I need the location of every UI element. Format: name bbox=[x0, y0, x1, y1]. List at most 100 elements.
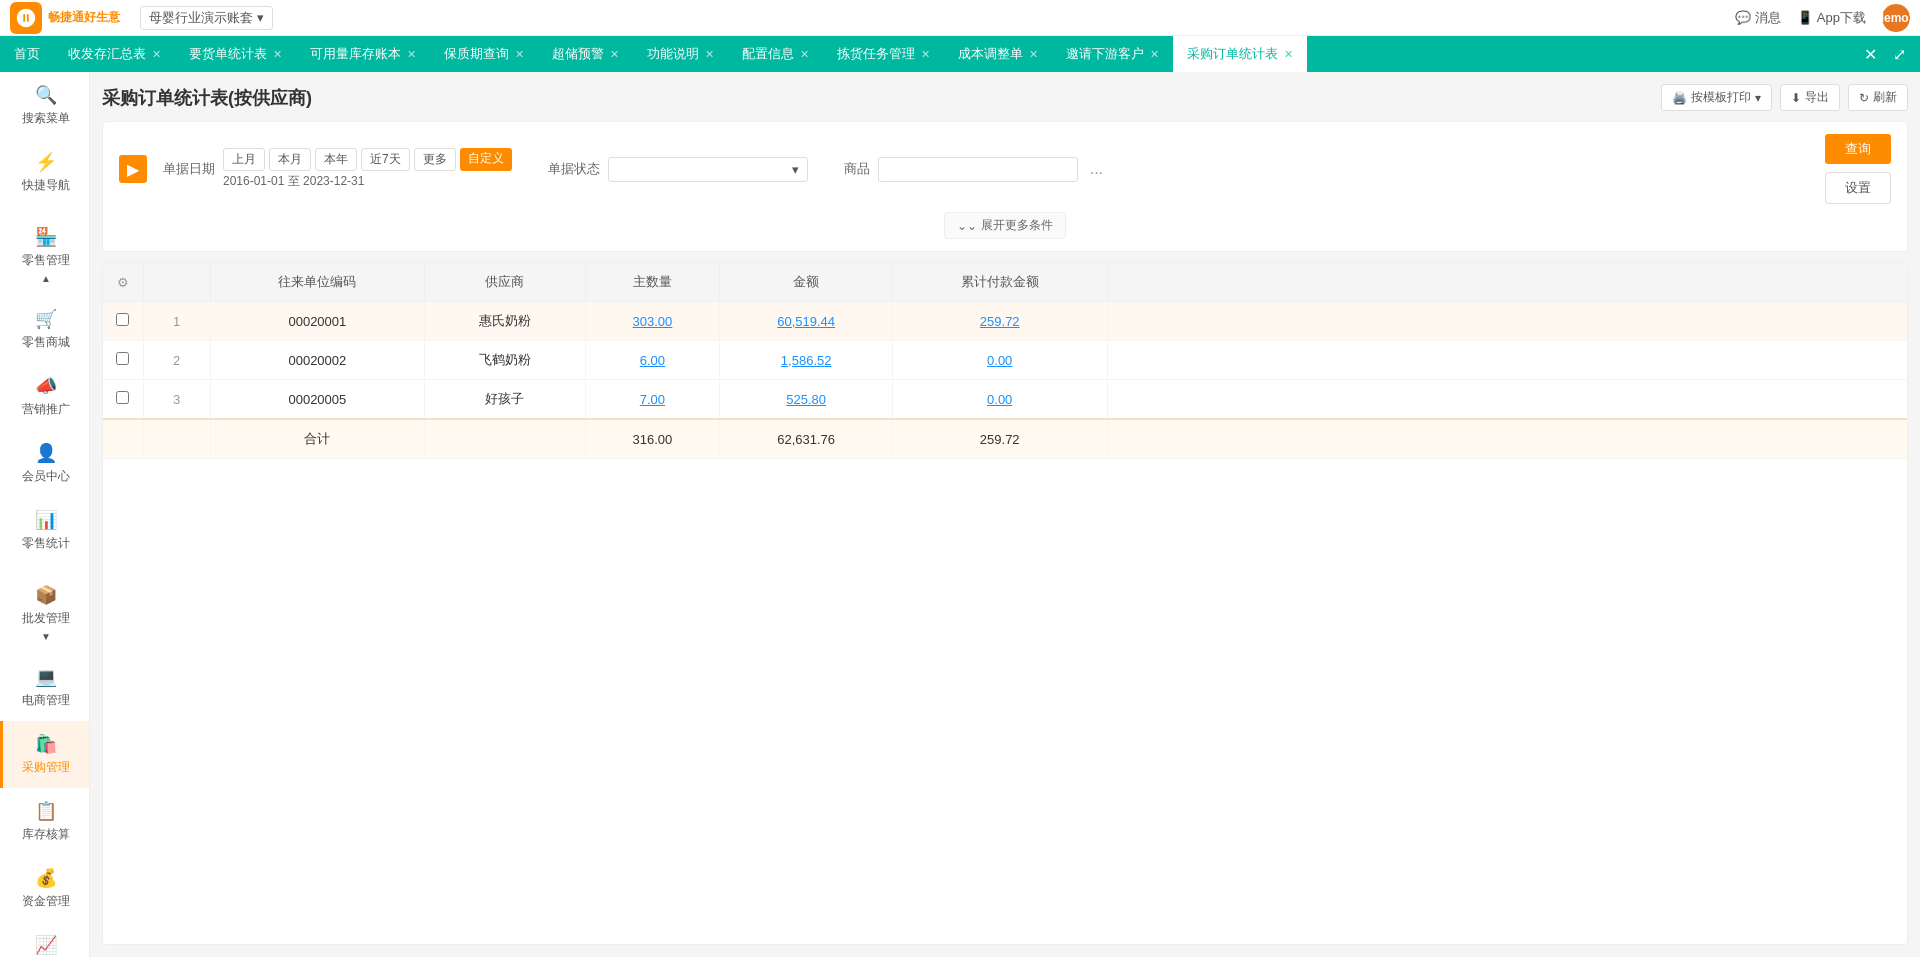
workspace-name: 母婴行业演示账套 bbox=[149, 9, 253, 27]
chevron-down-icon: ▾ bbox=[1755, 91, 1761, 105]
sidebar-item-retail-mgmt[interactable]: 🏪 零售管理 ▲ bbox=[0, 214, 89, 296]
operations-icon: 📈 bbox=[35, 934, 57, 956]
gear-icon[interactable]: ⚙ bbox=[117, 275, 129, 290]
nav-tab-3[interactable]: 保质期查询 ✕ bbox=[430, 36, 538, 72]
nav-tab-5[interactable]: 功能说明 ✕ bbox=[633, 36, 728, 72]
row-checkbox[interactable] bbox=[103, 380, 143, 420]
footer-label: 合计 bbox=[210, 419, 425, 459]
sidebar-item-finance[interactable]: 💰 资金管理 bbox=[0, 855, 89, 922]
row-amount[interactable]: 525.80 bbox=[720, 380, 893, 420]
row-code: 00020001 bbox=[210, 302, 425, 341]
nav-tab-7[interactable]: 拣货任务管理 ✕ bbox=[823, 36, 944, 72]
row-code: 00020002 bbox=[210, 341, 425, 380]
nav-tab-10[interactable]: 采购订单统计表 ✕ bbox=[1173, 36, 1307, 72]
more-dots[interactable]: ... bbox=[1086, 160, 1107, 178]
message-icon: 💬 bbox=[1735, 10, 1751, 25]
close-icon[interactable]: ✕ bbox=[705, 48, 714, 61]
sidebar-item-search[interactable]: 🔍 搜索菜单 bbox=[0, 72, 89, 139]
row-checkbox[interactable] bbox=[103, 341, 143, 380]
sidebar-item-retail-stats[interactable]: 📊 零售统计 bbox=[0, 497, 89, 564]
row-paid[interactable]: 0.00 bbox=[892, 341, 1107, 380]
expand-btn[interactable]: ⌄⌄ 展开更多条件 bbox=[944, 212, 1066, 239]
shortcut-7days[interactable]: 近7天 bbox=[361, 148, 410, 171]
settings-btn[interactable]: 设置 bbox=[1825, 172, 1891, 204]
refresh-btn[interactable]: ↻ 刷新 bbox=[1848, 84, 1908, 111]
date-filter-group: 单据日期 上月 本月 本年 近7天 更多 自定义 20 bbox=[163, 148, 512, 190]
table-row: 3 00020005 好孩子 7.00 525.80 0.00 bbox=[103, 380, 1907, 420]
close-window-icon[interactable]: ✕ bbox=[1858, 41, 1883, 68]
sidebar-item-inventory[interactable]: 📋 库存核算 bbox=[0, 788, 89, 855]
shortcut-last-month[interactable]: 上月 bbox=[223, 148, 265, 171]
close-icon[interactable]: ✕ bbox=[515, 48, 524, 61]
close-icon[interactable]: ✕ bbox=[921, 48, 930, 61]
expand-row: ⌄⌄ 展开更多条件 bbox=[119, 212, 1891, 239]
status-select[interactable]: ▾ bbox=[608, 157, 808, 182]
row-paid[interactable]: 0.00 bbox=[892, 380, 1107, 420]
nav-tab-0[interactable]: 收发存汇总表 ✕ bbox=[54, 36, 175, 72]
sidebar: 🔍 搜索菜单 ⚡ 快捷导航 🏪 零售管理 ▲ 🛒 零售商城 📣 营销推广 bbox=[0, 72, 90, 957]
nav-tab-2[interactable]: 可用量库存账本 ✕ bbox=[296, 36, 430, 72]
sidebar-item-retail-shop[interactable]: 🛒 零售商城 bbox=[0, 296, 89, 363]
search-btn[interactable]: 查询 bbox=[1825, 134, 1891, 164]
close-icon[interactable]: ✕ bbox=[1150, 48, 1159, 61]
row-amount[interactable]: 60,519.44 bbox=[720, 302, 893, 341]
nav-tab-9[interactable]: 邀请下游客户 ✕ bbox=[1052, 36, 1173, 72]
row-checkbox[interactable] bbox=[103, 302, 143, 341]
header-actions: 🖨️ 按模板打印 ▾ ⬇ 导出 ↻ 刷新 bbox=[1661, 84, 1908, 111]
marketing-icon: 📣 bbox=[35, 375, 57, 397]
member-icon: 👤 bbox=[35, 442, 57, 464]
shortcut-more[interactable]: 更多 bbox=[414, 148, 456, 171]
close-icon[interactable]: ✕ bbox=[152, 48, 161, 61]
export-btn[interactable]: ⬇ 导出 bbox=[1780, 84, 1840, 111]
template-print-btn[interactable]: 🖨️ 按模板打印 ▾ bbox=[1661, 84, 1772, 111]
chevron-down-icon: ▾ bbox=[257, 10, 264, 25]
logo: 畅捷通好生意 bbox=[10, 2, 120, 34]
footer-amount: 62,631.76 bbox=[720, 419, 893, 459]
col-settings[interactable]: ⚙ bbox=[103, 263, 143, 302]
row-num: 2 bbox=[143, 341, 210, 380]
sidebar-item-ecommerce[interactable]: 💻 电商管理 bbox=[0, 654, 89, 721]
table-row: 2 00020002 飞鹤奶粉 6.00 1,586.52 0.00 bbox=[103, 341, 1907, 380]
custom-badge[interactable]: 自定义 bbox=[460, 148, 512, 171]
row-paid[interactable]: 259.72 bbox=[892, 302, 1107, 341]
sidebar-item-purchase[interactable]: 🛍️ 采购管理 bbox=[0, 721, 89, 788]
filter-date-col: 上月 本月 本年 近7天 更多 自定义 2016-01-01 至 2023-12… bbox=[223, 148, 512, 190]
workspace-selector[interactable]: 母婴行业演示账套 ▾ bbox=[140, 6, 273, 30]
sidebar-item-marketing[interactable]: 📣 营销推广 bbox=[0, 363, 89, 430]
shortcut-this-month[interactable]: 本月 bbox=[269, 148, 311, 171]
maximize-icon[interactable]: ⤢ bbox=[1887, 41, 1912, 68]
close-icon[interactable]: ✕ bbox=[273, 48, 282, 61]
message-btn[interactable]: 💬 消息 bbox=[1735, 9, 1781, 27]
expand-icon: ⌄⌄ bbox=[957, 219, 977, 233]
sidebar-item-members[interactable]: 👤 会员中心 bbox=[0, 430, 89, 497]
close-icon[interactable]: ✕ bbox=[1029, 48, 1038, 61]
data-table: ⚙ 往来单位编码 供应商 主数量 金额 累计付款金额 bbox=[102, 262, 1908, 945]
nav-tab-home[interactable]: 首页 bbox=[0, 36, 54, 72]
filter-toggle-btn[interactable]: ▶ bbox=[119, 155, 147, 183]
nav-tab-1[interactable]: 要货单统计表 ✕ bbox=[175, 36, 296, 72]
app-download-btn[interactable]: 📱 App下载 bbox=[1797, 9, 1866, 27]
sidebar-item-operations[interactable]: 📈 经营管理 bbox=[0, 922, 89, 957]
nav-tab-6[interactable]: 配置信息 ✕ bbox=[728, 36, 823, 72]
sidebar-item-wholesale[interactable]: 📦 批发管理 ▼ bbox=[0, 572, 89, 654]
close-icon[interactable]: ✕ bbox=[1284, 48, 1293, 61]
row-qty[interactable]: 6.00 bbox=[585, 341, 720, 380]
goods-filter-group: 商品 ... bbox=[844, 157, 1107, 182]
user-avatar[interactable]: demo2 bbox=[1882, 4, 1910, 32]
download-icon: 📱 bbox=[1797, 10, 1813, 25]
nav-tab-4[interactable]: 超储预警 ✕ bbox=[538, 36, 633, 72]
shortcut-this-year[interactable]: 本年 bbox=[315, 148, 357, 171]
close-icon[interactable]: ✕ bbox=[610, 48, 619, 61]
filter-area: ▶ 单据日期 上月 本月 本年 近7天 更多 自定义 bbox=[102, 121, 1908, 252]
row-qty[interactable]: 7.00 bbox=[585, 380, 720, 420]
sidebar-item-quick-nav[interactable]: ⚡ 快捷导航 bbox=[0, 139, 89, 206]
footer-paid: 259.72 bbox=[892, 419, 1107, 459]
status-filter-label: 单据状态 bbox=[548, 160, 600, 178]
search-icon: 🔍 bbox=[35, 84, 57, 106]
row-amount[interactable]: 1,586.52 bbox=[720, 341, 893, 380]
row-qty[interactable]: 303.00 bbox=[585, 302, 720, 341]
nav-tab-8[interactable]: 成本调整单 ✕ bbox=[944, 36, 1052, 72]
goods-input[interactable] bbox=[878, 157, 1078, 182]
close-icon[interactable]: ✕ bbox=[407, 48, 416, 61]
close-icon[interactable]: ✕ bbox=[800, 48, 809, 61]
